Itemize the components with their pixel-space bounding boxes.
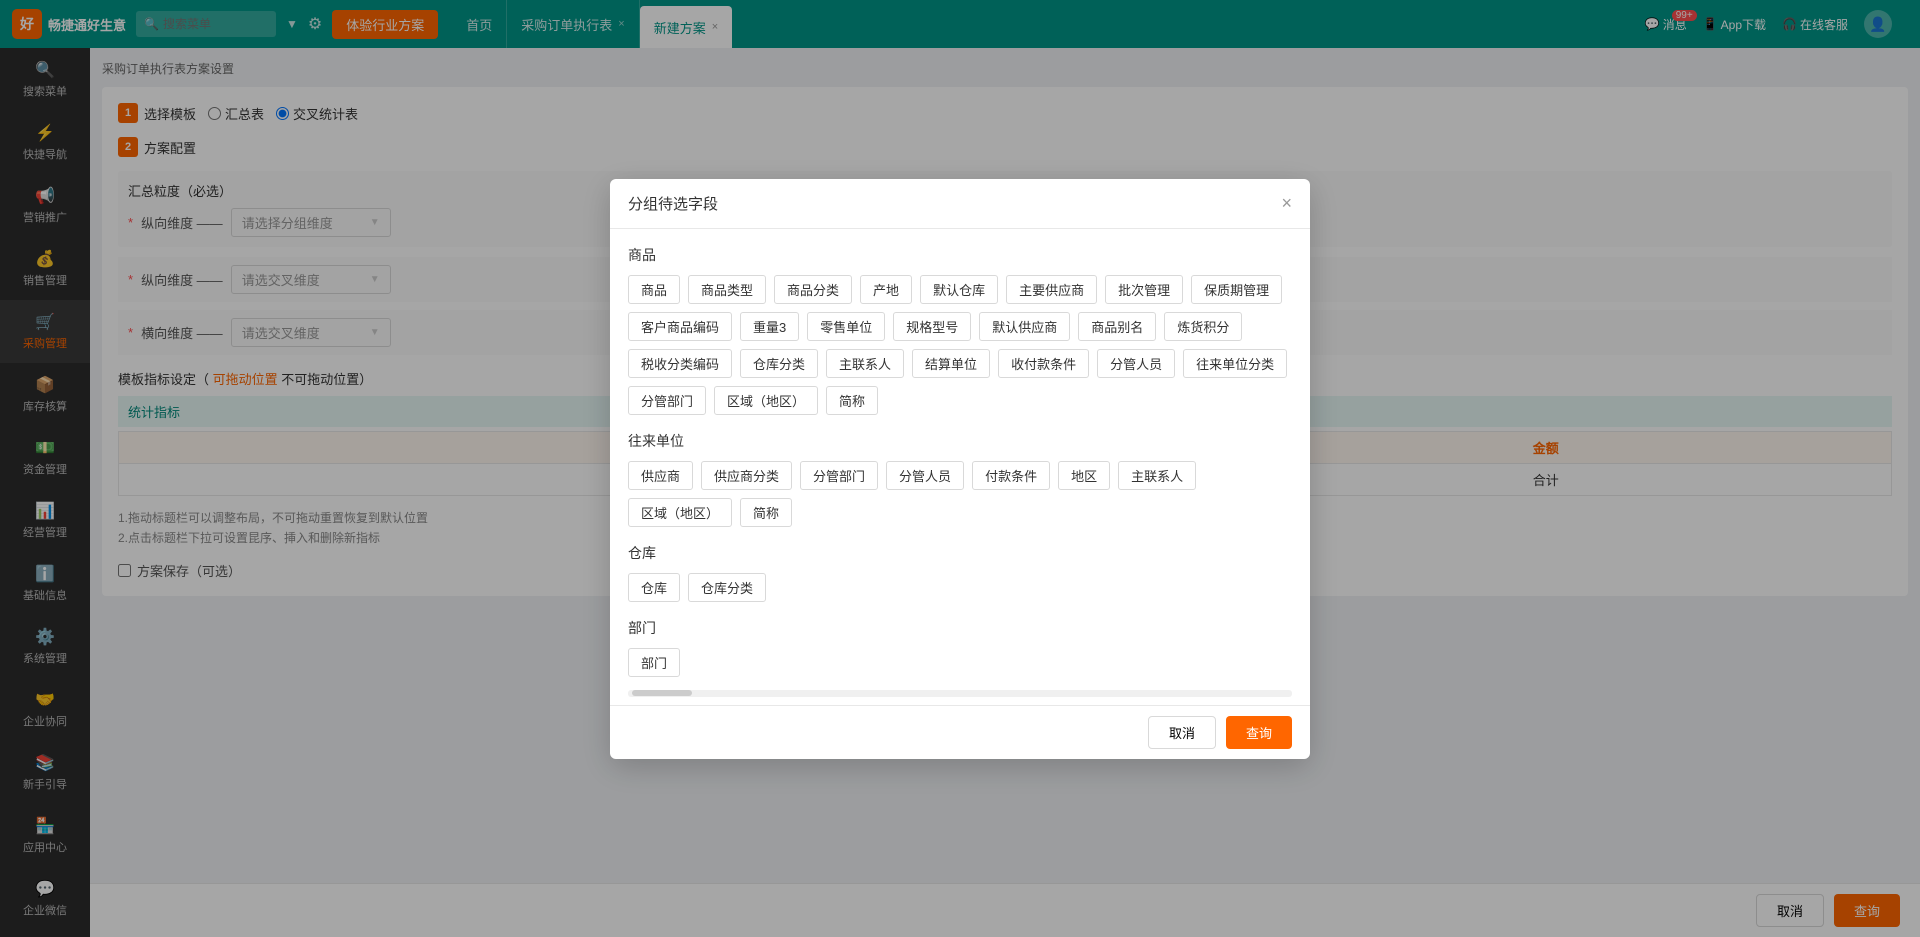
field-tag-warehouse[interactable]: 仓库 xyxy=(628,573,680,602)
warehouse-fields: 仓库 仓库分类 xyxy=(628,573,1292,602)
field-tag-abbr-partner[interactable]: 简称 xyxy=(740,498,792,527)
modal-hscrollbar[interactable] xyxy=(628,690,1292,697)
field-tag-goods-alias[interactable]: 商品别名 xyxy=(1078,312,1156,341)
section-department: 部门 部门 xyxy=(628,618,1292,677)
field-tag-pay-terms[interactable]: 付款条件 xyxy=(972,461,1050,490)
modal-body: 商品 商品 商品类型 商品分类 产地 默认仓库 主要供应商 批次管理 保质期管理… xyxy=(610,229,1310,690)
field-tag-points[interactable]: 炼货积分 xyxy=(1164,312,1242,341)
field-tag-manager[interactable]: 分管人员 xyxy=(1097,349,1175,378)
section-dept-title: 部门 xyxy=(628,618,1292,638)
field-tag-customer-code[interactable]: 客户商品编码 xyxy=(628,312,732,341)
modal-cancel-button[interactable]: 取消 xyxy=(1148,716,1216,749)
field-tag-payment-terms[interactable]: 收付款条件 xyxy=(998,349,1089,378)
section-goods-title: 商品 xyxy=(628,245,1292,265)
modal-confirm-button[interactable]: 查询 xyxy=(1226,716,1292,749)
field-tag-default-supplier[interactable]: 默认供应商 xyxy=(979,312,1070,341)
hscrollbar-thumb[interactable] xyxy=(632,690,692,696)
section-goods: 商品 商品 商品类型 商品分类 产地 默认仓库 主要供应商 批次管理 保质期管理… xyxy=(628,245,1292,415)
field-tag-goods[interactable]: 商品 xyxy=(628,275,680,304)
field-tag-region-goods[interactable]: 区域（地区） xyxy=(714,386,818,415)
field-tag-partner-category[interactable]: 往来单位分类 xyxy=(1183,349,1287,378)
field-tag-partner-manager[interactable]: 分管人员 xyxy=(886,461,964,490)
field-tag-supplier[interactable]: 供应商 xyxy=(628,461,693,490)
field-tag-weight3[interactable]: 重量3 xyxy=(740,312,799,341)
field-tag-abbr-goods[interactable]: 简称 xyxy=(826,386,878,415)
field-tag-shelf-life[interactable]: 保质期管理 xyxy=(1191,275,1282,304)
field-tag-default-warehouse[interactable]: 默认仓库 xyxy=(920,275,998,304)
field-tag-spec-model[interactable]: 规格型号 xyxy=(893,312,971,341)
modal: 分组待选字段 × 商品 商品 商品类型 商品分类 产地 默认仓库 主要供应商 批… xyxy=(610,179,1310,759)
modal-header: 分组待选字段 × xyxy=(610,179,1310,229)
field-tag-department[interactable]: 部门 xyxy=(628,648,680,677)
field-tag-partner-dept[interactable]: 分管部门 xyxy=(800,461,878,490)
field-tag-warehouse-category[interactable]: 仓库分类 xyxy=(740,349,818,378)
field-tag-warehouse-cat[interactable]: 仓库分类 xyxy=(688,573,766,602)
field-tag-supplier-category[interactable]: 供应商分类 xyxy=(701,461,792,490)
section-warehouse: 仓库 仓库 仓库分类 xyxy=(628,543,1292,602)
field-tag-settlement-unit[interactable]: 结算单位 xyxy=(912,349,990,378)
section-partner-title: 往来单位 xyxy=(628,431,1292,451)
field-tag-partner-contact[interactable]: 主联系人 xyxy=(1118,461,1196,490)
partner-fields: 供应商 供应商分类 分管部门 分管人员 付款条件 地区 主联系人 区域（地区） … xyxy=(628,461,1292,527)
modal-close-icon[interactable]: × xyxy=(1281,194,1292,212)
field-tag-dept[interactable]: 分管部门 xyxy=(628,386,706,415)
field-tag-area[interactable]: 地区 xyxy=(1058,461,1110,490)
field-tag-main-contact[interactable]: 主联系人 xyxy=(826,349,904,378)
section-partner: 往来单位 供应商 供应商分类 分管部门 分管人员 付款条件 地区 主联系人 区域… xyxy=(628,431,1292,527)
field-tag-goods-type[interactable]: 商品类型 xyxy=(688,275,766,304)
goods-fields: 商品 商品类型 商品分类 产地 默认仓库 主要供应商 批次管理 保质期管理 客户… xyxy=(628,275,1292,415)
modal-overlay: 分组待选字段 × 商品 商品 商品类型 商品分类 产地 默认仓库 主要供应商 批… xyxy=(0,0,1920,937)
dept-fields: 部门 xyxy=(628,648,1292,677)
modal-footer: 取消 查询 xyxy=(610,705,1310,759)
section-warehouse-title: 仓库 xyxy=(628,543,1292,563)
field-tag-main-supplier[interactable]: 主要供应商 xyxy=(1006,275,1097,304)
field-tag-region-partner[interactable]: 区域（地区） xyxy=(628,498,732,527)
field-tag-goods-category[interactable]: 商品分类 xyxy=(774,275,852,304)
field-tag-retail-unit[interactable]: 零售单位 xyxy=(807,312,885,341)
field-tag-batch-mgmt[interactable]: 批次管理 xyxy=(1105,275,1183,304)
field-tag-tax-code[interactable]: 税收分类编码 xyxy=(628,349,732,378)
modal-title: 分组待选字段 xyxy=(628,193,718,214)
field-tag-origin[interactable]: 产地 xyxy=(860,275,912,304)
